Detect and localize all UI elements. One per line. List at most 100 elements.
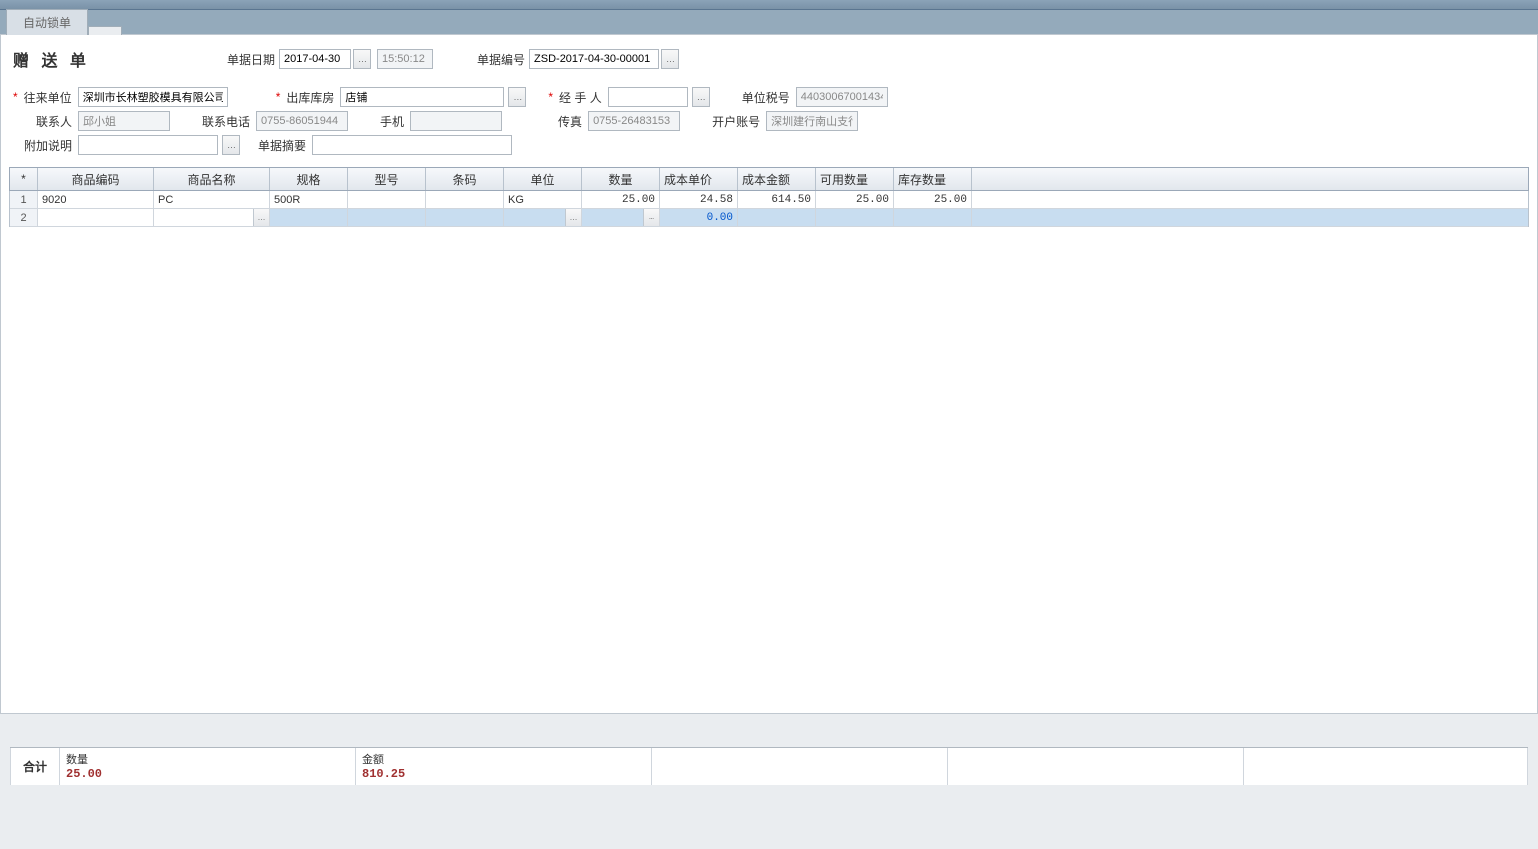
input-phone xyxy=(256,111,348,131)
line-items-grid: * 商品编码 商品名称 规格 型号 条码 单位 数量 成本单价 成本金额 可用数… xyxy=(9,167,1529,227)
label-fax: 传真 xyxy=(556,113,584,130)
label-doc-no: 单据编号 xyxy=(475,51,527,68)
input-handler[interactable] xyxy=(608,87,688,107)
window-titlebar xyxy=(0,0,1538,10)
field-doc-no: 单据编号 … xyxy=(475,49,679,69)
label-contact: 联系人 xyxy=(34,113,74,130)
content-panel: 赠 送 单 单据日期 … 单据编号 … * 往来单位 * 出库库房 … * 经 … xyxy=(0,34,1538,714)
col-qty[interactable]: 数量 xyxy=(582,168,660,190)
tab-inactive[interactable]: 自动锁单 xyxy=(6,9,88,35)
col-avail[interactable]: 可用数量 xyxy=(816,168,894,190)
doc-header: 赠 送 单 单据日期 … 单据编号 … xyxy=(1,35,1537,83)
input-mobile xyxy=(410,111,502,131)
unit-lookup-button[interactable]: … xyxy=(565,209,581,226)
tab-strip: 自动锁单 xyxy=(0,10,1538,34)
input-warehouse[interactable] xyxy=(340,87,504,107)
summary-total-label: 合计 xyxy=(10,748,60,785)
cell-rownum: 2 xyxy=(10,209,38,226)
input-doc-date[interactable] xyxy=(279,49,351,69)
cell-name[interactable]: PC xyxy=(154,191,270,208)
form-section: * 往来单位 * 出库库房 … * 经 手 人 … 单位税号 联系人 联系电话 xyxy=(1,83,1537,163)
grid-body: 1 9020 PC 500R KG 25.00 24.58 614.50 25.… xyxy=(9,191,1529,227)
col-model[interactable]: 型号 xyxy=(348,168,426,190)
input-summary[interactable] xyxy=(312,135,512,155)
input-remark[interactable] xyxy=(78,135,218,155)
summary-qty-label: 数量 xyxy=(66,751,349,767)
label-handler: 经 手 人 xyxy=(557,89,604,106)
grid-header: * 商品编码 商品名称 规格 型号 条码 单位 数量 成本单价 成本金额 可用数… xyxy=(9,167,1529,191)
label-mobile: 手机 xyxy=(378,113,406,130)
qty-lookup-button[interactable]: … xyxy=(643,209,659,226)
cell-spec[interactable]: 500R xyxy=(270,191,348,208)
label-remark: 附加说明 xyxy=(22,137,74,154)
input-doc-time xyxy=(377,49,433,69)
cell-model[interactable] xyxy=(348,209,426,226)
remark-lookup-button[interactable]: … xyxy=(222,135,240,155)
col-code[interactable]: 商品编码 xyxy=(38,168,154,190)
field-doc-date: 单据日期 … xyxy=(225,49,433,69)
cell-spec[interactable] xyxy=(270,209,348,226)
summary-amt-value: 810.25 xyxy=(362,767,645,781)
cell-barcode[interactable] xyxy=(426,209,504,226)
cell-qty[interactable]: … xyxy=(582,209,660,226)
cell-costprice[interactable]: 0.00 xyxy=(660,209,738,226)
required-icon: * xyxy=(276,90,281,104)
summary-qty: 数量 25.00 xyxy=(60,748,356,785)
summary-empty xyxy=(652,748,948,785)
cell-unit[interactable]: KG xyxy=(504,191,582,208)
summary-qty-value: 25.00 xyxy=(66,767,349,781)
input-bank xyxy=(766,111,858,131)
required-icon: * xyxy=(13,90,18,104)
cell-barcode[interactable] xyxy=(426,191,504,208)
form-title: 赠 送 单 xyxy=(13,43,173,75)
summary-empty xyxy=(948,748,1244,785)
label-doc-date: 单据日期 xyxy=(225,51,277,68)
handler-lookup-button[interactable]: … xyxy=(692,87,710,107)
cell-name[interactable]: … xyxy=(154,209,270,226)
col-name[interactable]: 商品名称 xyxy=(154,168,270,190)
name-lookup-button[interactable]: … xyxy=(253,209,269,226)
col-rownum[interactable]: * xyxy=(10,168,38,190)
required-icon: * xyxy=(548,90,553,104)
table-row[interactable]: 2 … … … 0.00 xyxy=(10,209,1528,227)
summary-empty xyxy=(1244,748,1528,785)
col-spec[interactable]: 规格 xyxy=(270,168,348,190)
input-doc-no[interactable] xyxy=(529,49,659,69)
label-taxid: 单位税号 xyxy=(740,89,792,106)
input-fax xyxy=(588,111,680,131)
tab-active[interactable] xyxy=(88,26,122,35)
cell-avail[interactable]: 25.00 xyxy=(816,191,894,208)
table-row[interactable]: 1 9020 PC 500R KG 25.00 24.58 614.50 25.… xyxy=(10,191,1528,209)
label-phone: 联系电话 xyxy=(200,113,252,130)
label-summary: 单据摘要 xyxy=(256,137,308,154)
summary-amt-label: 金额 xyxy=(362,751,645,767)
cell-model[interactable] xyxy=(348,191,426,208)
col-barcode[interactable]: 条码 xyxy=(426,168,504,190)
cell-costamt[interactable]: 614.50 xyxy=(738,191,816,208)
col-stock[interactable]: 库存数量 xyxy=(894,168,972,190)
input-partner[interactable] xyxy=(78,87,228,107)
col-costamt[interactable]: 成本金额 xyxy=(738,168,816,190)
cell-unit[interactable]: … xyxy=(504,209,582,226)
label-partner: 往来单位 xyxy=(22,89,74,106)
docno-lookup-button[interactable]: … xyxy=(661,49,679,69)
summary-bar: 合计 数量 25.00 金额 810.25 xyxy=(10,747,1528,785)
warehouse-lookup-button[interactable]: … xyxy=(508,87,526,107)
cell-rownum: 1 xyxy=(10,191,38,208)
cell-avail[interactable] xyxy=(816,209,894,226)
cell-stock[interactable] xyxy=(894,209,972,226)
date-picker-button[interactable]: … xyxy=(353,49,371,69)
cell-code[interactable]: 9020 xyxy=(38,191,154,208)
col-costprice[interactable]: 成本单价 xyxy=(660,168,738,190)
cell-qty[interactable]: 25.00 xyxy=(582,191,660,208)
col-unit[interactable]: 单位 xyxy=(504,168,582,190)
cell-costamt[interactable] xyxy=(738,209,816,226)
cell-costprice[interactable]: 24.58 xyxy=(660,191,738,208)
label-warehouse: 出库库房 xyxy=(284,89,336,106)
input-taxid xyxy=(796,87,888,107)
summary-amt: 金额 810.25 xyxy=(356,748,652,785)
cell-stock[interactable]: 25.00 xyxy=(894,191,972,208)
cell-code[interactable] xyxy=(38,209,154,226)
input-contact xyxy=(78,111,170,131)
label-bank: 开户账号 xyxy=(710,113,762,130)
